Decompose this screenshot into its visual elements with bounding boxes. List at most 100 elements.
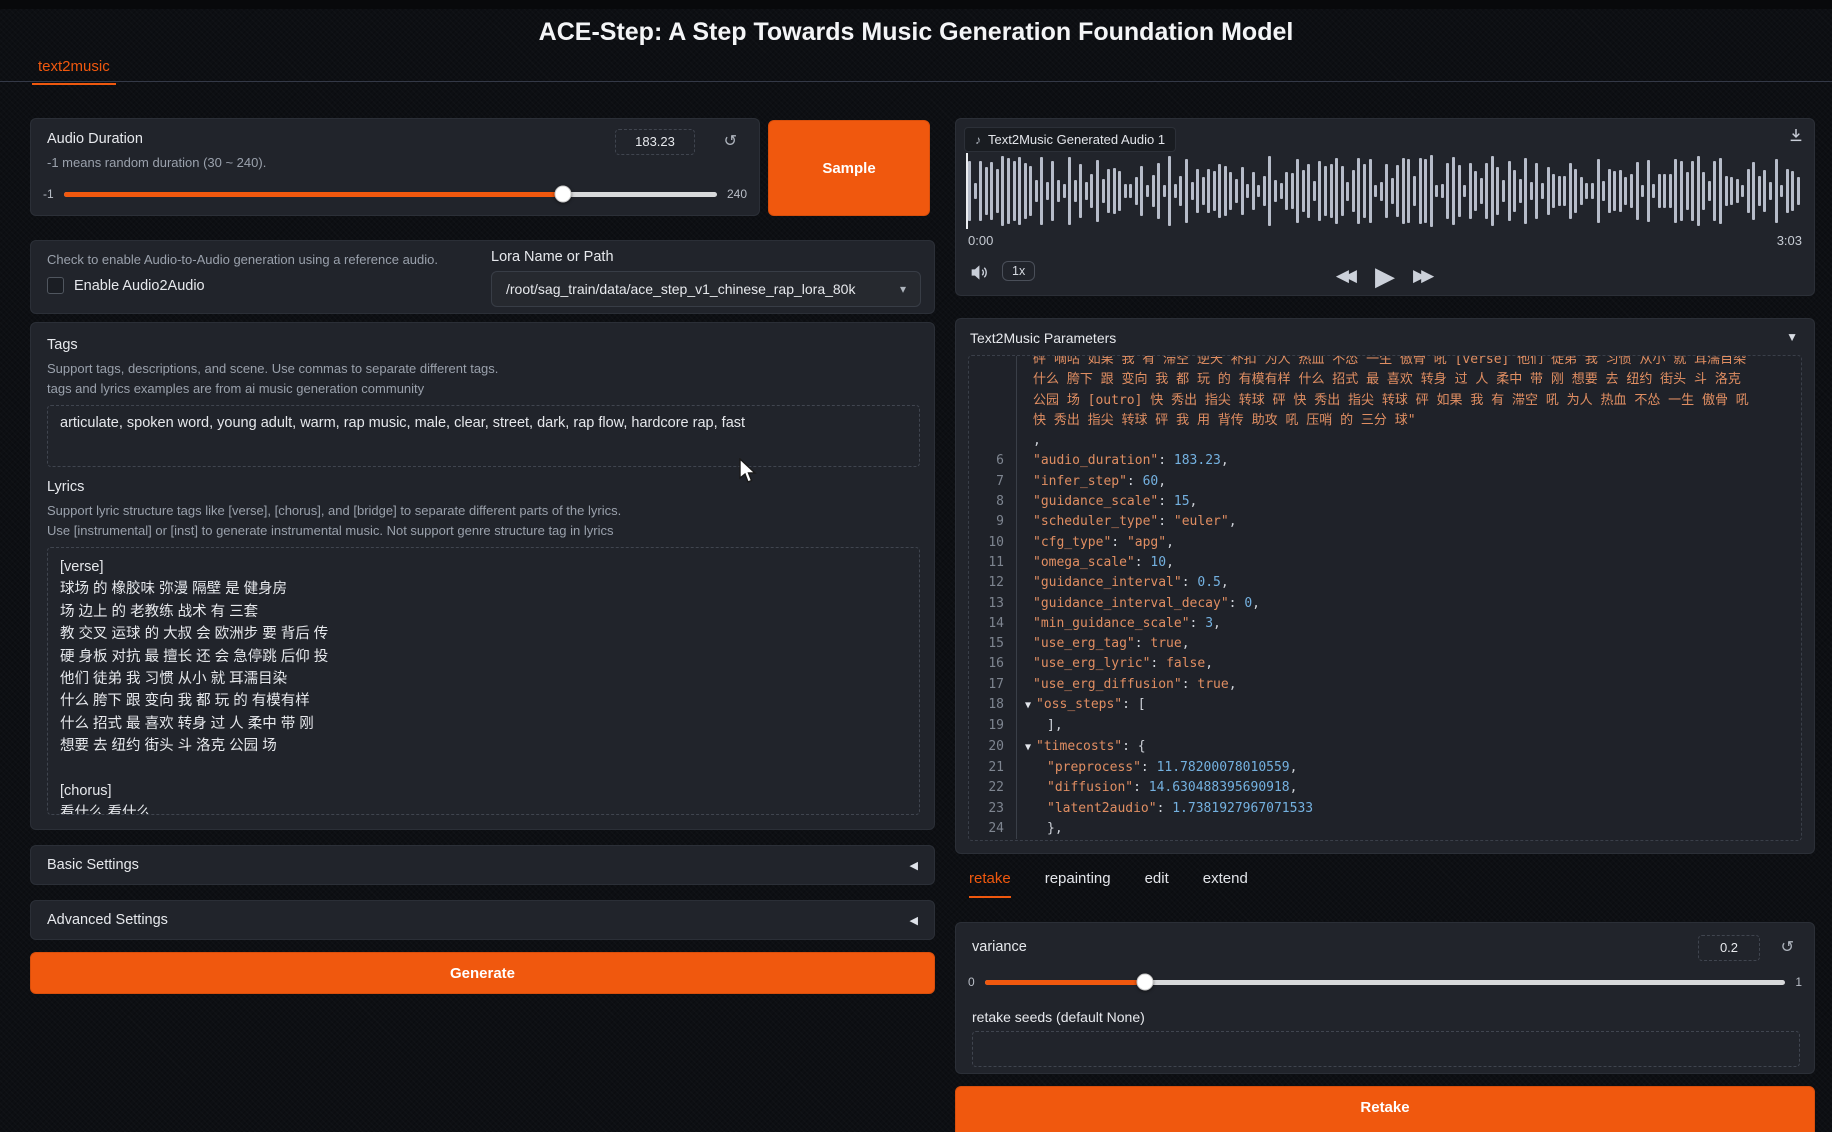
waveform-cursor[interactable]	[966, 153, 968, 229]
json-token: :	[1134, 636, 1151, 652]
waveform-bar	[1084, 182, 1088, 200]
json-token: "apg"	[1126, 534, 1167, 550]
json-line: 11 "omega_scale": 10,	[969, 552, 1801, 574]
variance-thumb[interactable]	[1136, 973, 1154, 991]
waveform-bar	[1735, 179, 1739, 203]
tab-edit[interactable]: edit	[1145, 870, 1169, 898]
json-line-number: 21	[969, 757, 1017, 779]
json-collapse-icon[interactable]: ▼	[1025, 742, 1031, 753]
json-viewer[interactable]: 砰 嘀咕 如果 我 有 滞空 逆天 补扣 为人 热血 不怂 一生 傲骨 吼 [v…	[968, 355, 1802, 841]
json-token: :	[1134, 554, 1151, 570]
json-line-content: "guidance_interval_decay": 0,	[1017, 594, 1260, 614]
waveform-bar	[1312, 180, 1316, 202]
waveform-bar	[1413, 175, 1416, 207]
json-token: : {	[1122, 738, 1146, 754]
audio2audio-checkbox-row[interactable]: Enable Audio2Audio	[47, 277, 205, 294]
json-token: "euler"	[1173, 514, 1229, 530]
waveform-bar	[1502, 179, 1505, 203]
waveform-bar	[1062, 183, 1066, 199]
lora-dropdown[interactable]: /root/sag_train/data/ace_step_v1_chinese…	[491, 271, 921, 307]
lyrics-textarea[interactable]: [verse] 球场 的 橡胶味 弥漫 隔壁 是 健身房场 边上 的 老教练 战术…	[47, 547, 920, 815]
waveform-bar	[1785, 168, 1789, 214]
json-token: "guidance_scale"	[1033, 494, 1159, 510]
json-token: "latent2audio"	[1047, 800, 1157, 816]
waveform-bar	[1451, 157, 1455, 225]
audio-duration-thumb[interactable]	[554, 185, 572, 203]
json-token: ,	[1252, 595, 1260, 611]
audio2audio-checkbox[interactable]	[47, 277, 64, 294]
advanced-settings-accordion[interactable]: Advanced Settings ◀	[30, 900, 935, 940]
json-token: 60	[1142, 473, 1159, 489]
waveform-bar	[1429, 155, 1433, 227]
waveform-bar	[1657, 174, 1661, 208]
json-token: :	[1189, 615, 1206, 631]
json-line-content: 公园 场 [outro] 快 秀出 指尖 转球 砰 快 秀出 指尖 转球 砰 如…	[1017, 391, 1749, 411]
lyrics-line: 什么 胯下 跟 变向 我 都 玩 的 有模有样	[60, 693, 310, 710]
variance-slider[interactable]: 0 1	[968, 973, 1802, 991]
tags-textarea[interactable]: articulate, spoken word, young adult, wa…	[47, 405, 920, 467]
lyrics-line: [verse]	[60, 559, 104, 575]
waveform[interactable]	[966, 153, 1802, 229]
sample-button[interactable]: Sample	[768, 120, 930, 216]
waveform-bar	[1151, 174, 1155, 208]
waveform-bar	[984, 166, 988, 216]
audio-duration-slider[interactable]: -1 240	[43, 185, 747, 203]
tab-extend[interactable]: extend	[1203, 870, 1248, 898]
waveform-bar	[1257, 185, 1261, 197]
lyrics-line: [chorus]	[60, 782, 112, 799]
tab-text2music[interactable]: text2music	[32, 58, 116, 85]
json-token: "use_erg_lyric"	[1033, 656, 1151, 672]
audio-title: Text2Music Generated Audio 1	[988, 132, 1166, 147]
json-token: :	[1158, 494, 1174, 510]
tab-retake[interactable]: retake	[969, 870, 1011, 898]
waveform-bar	[1440, 184, 1444, 198]
rewind-icon[interactable]: ◀◀	[1336, 266, 1357, 286]
variance-reset-icon[interactable]: ↺	[1781, 937, 1794, 957]
collapse-icon[interactable]: ▼	[1786, 330, 1798, 344]
download-icon[interactable]	[1788, 127, 1804, 148]
json-line-content: "preprocess": 11.78200078010559,	[1017, 758, 1297, 778]
json-collapse-icon[interactable]: ▼	[1025, 700, 1031, 711]
json-line-content: ],	[1017, 716, 1063, 736]
waveform-bar	[1763, 169, 1767, 213]
lyrics-line: 想要 去 纽约 街头 斗 洛克 公园 场	[60, 738, 277, 755]
waveform-bar	[1780, 185, 1784, 197]
waveform-bar	[1646, 160, 1650, 222]
waveform-bar	[1629, 174, 1633, 208]
waveform-bar	[1107, 169, 1111, 213]
json-token: ,	[1228, 514, 1237, 530]
audio-duration-track[interactable]	[63, 185, 717, 203]
json-line-content: "scheduler_type": "euler",	[1017, 512, 1237, 532]
forward-icon[interactable]: ▶▶	[1413, 266, 1434, 286]
json-line-number: 18	[969, 695, 1017, 717]
waveform-bar	[1301, 169, 1305, 213]
audio-duration-value[interactable]: 183.23	[615, 129, 695, 155]
audio-duration-reset-icon[interactable]: ↺	[724, 131, 737, 151]
waveform-bar	[1057, 180, 1060, 202]
json-token: },	[1047, 820, 1063, 836]
tab-repainting[interactable]: repainting	[1045, 870, 1111, 898]
retake-seeds-input[interactable]	[972, 1031, 1800, 1067]
json-line: 24},	[969, 818, 1801, 840]
basic-settings-accordion[interactable]: Basic Settings ◀	[30, 845, 935, 885]
variance-track[interactable]	[984, 973, 1786, 991]
waveform-bar	[1324, 165, 1327, 217]
generate-button[interactable]: Generate	[30, 952, 935, 994]
json-line: 7 "infer_step": 60,	[969, 471, 1801, 493]
waveform-bar	[1368, 158, 1372, 224]
json-line: 23 "latent2audio": 1.7381927967071533	[969, 798, 1801, 819]
lyrics-line: 场 边上 的 老教练 战术 有 三套	[60, 603, 259, 620]
variance-value[interactable]: 0.2	[1698, 935, 1760, 961]
waveform-bar	[1696, 155, 1700, 227]
json-line-number: 9	[969, 512, 1017, 533]
waveform-bar	[1290, 172, 1294, 210]
transport-controls: ◀◀ ▶ ▶▶	[956, 255, 1814, 297]
waveform-bar	[1574, 168, 1578, 214]
retake-button[interactable]: Retake	[955, 1086, 1815, 1132]
play-icon[interactable]: ▶	[1375, 261, 1395, 292]
json-line-content: "use_erg_tag": true,	[1017, 634, 1190, 654]
basic-settings-label: Basic Settings	[47, 857, 139, 873]
waveform-bar	[1435, 184, 1439, 198]
waveform-bar	[1118, 170, 1122, 212]
tags-info-1: Support tags, descriptions, and scene. U…	[47, 361, 499, 376]
